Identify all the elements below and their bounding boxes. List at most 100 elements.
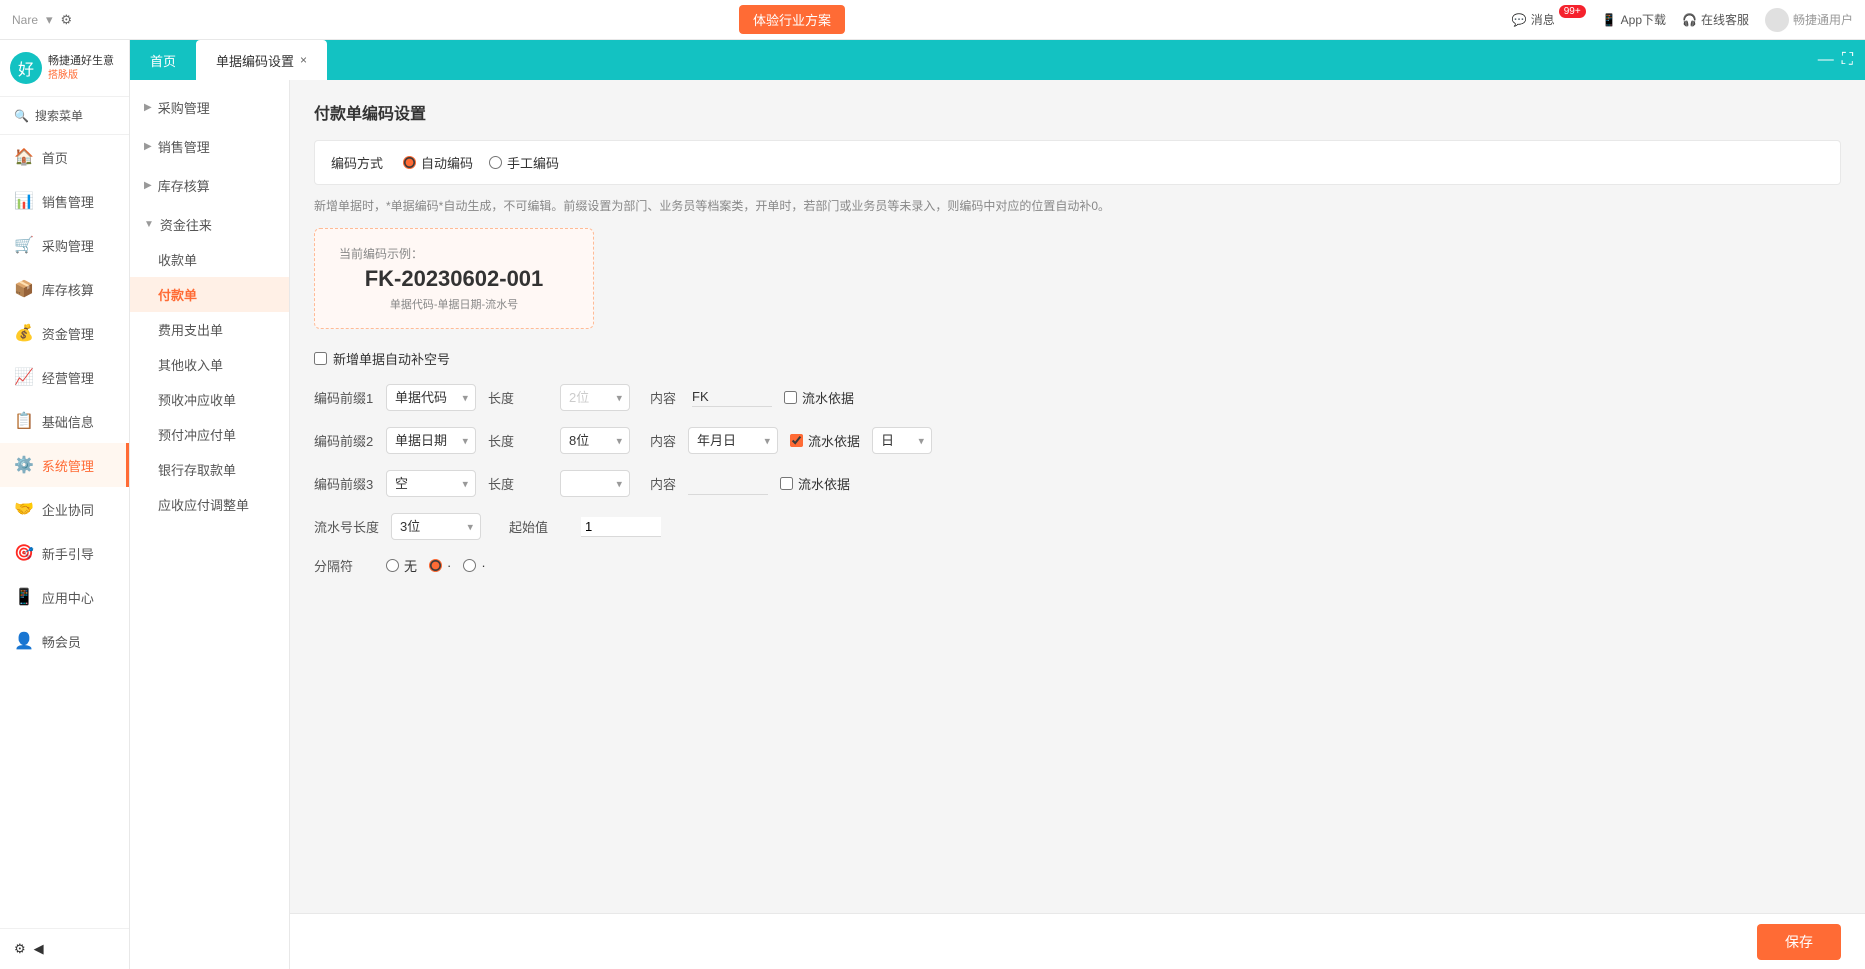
sep-dot2[interactable]: ·	[463, 558, 485, 573]
subnav-group-purchase: ▶ 采购管理	[130, 90, 289, 125]
length3-label: 长度	[488, 474, 548, 493]
length3-select[interactable]	[560, 470, 630, 497]
content2-select[interactable]: 年月日	[688, 427, 778, 454]
sidebar-footer[interactable]: ⚙ ◀	[0, 928, 129, 969]
serial-length-label: 流水号长度	[314, 517, 379, 536]
user-icon	[1765, 8, 1789, 32]
serial-length-select[interactable]: 3位	[391, 513, 481, 540]
app-icon: 📱	[1602, 13, 1617, 27]
radio-group: 自动编码 手工编码	[403, 153, 559, 172]
subnav-group-funds: ▼ 资金往来 收款单 付款单 费用支出单 其他收入单 预收冲应收单 预付冲应付单…	[130, 207, 289, 522]
sep-dot1[interactable]: ·	[429, 558, 451, 573]
search-menu[interactable]: 🔍 搜索菜单	[0, 97, 129, 135]
sidebar-item-operations[interactable]: 📈 经营管理	[0, 355, 129, 399]
collapse-icon[interactable]: ◀	[34, 941, 44, 957]
sidebar-item-inventory[interactable]: 📦 库存核算	[0, 267, 129, 311]
length3-select-wrapper	[560, 470, 630, 497]
chevron-down-icon[interactable]: ▾	[46, 12, 53, 28]
sep-none[interactable]: 无	[386, 556, 417, 575]
serial3-label: 流水依据	[798, 474, 850, 493]
serial2-label: 流水依据	[808, 431, 860, 450]
prefix2-select[interactable]: 单据日期	[386, 427, 476, 454]
length1-select[interactable]: 2位	[560, 384, 630, 411]
prefix2-select-wrapper: 单据日期	[386, 427, 476, 454]
prefix1-label: 编码前缀1	[314, 388, 374, 407]
sidebar-item-member[interactable]: 👤 畅会员	[0, 619, 129, 663]
maximize-icon[interactable]: ⛶	[1842, 51, 1853, 69]
subnav-item-prepay-receipt[interactable]: 预收冲应收单	[130, 382, 289, 417]
length2-select-wrapper: 8位	[560, 427, 630, 454]
message-badge: 99+	[1559, 5, 1586, 18]
sidebar-label-purchase: 采购管理	[42, 236, 94, 255]
subnav-sales-label: 销售管理	[158, 137, 210, 156]
subnav-funds-title[interactable]: ▼ 资金往来	[130, 207, 289, 242]
content3-label: 内容	[650, 474, 676, 493]
sidebar-item-enterprise[interactable]: 🤝 企业协同	[0, 487, 129, 531]
prefix3-select[interactable]: 空	[386, 470, 476, 497]
experience-button[interactable]: 体验行业方案	[739, 5, 845, 34]
sidebar: 好 畅捷通好生意 搭脉版 🔍 搜索菜单 🏠 首页 📊 销售管理 🛒 采购管理 📦…	[0, 40, 130, 969]
subnav-purchase-label: 采购管理	[158, 98, 210, 117]
subnav-item-receivable-adjust[interactable]: 应收应付调整单	[130, 487, 289, 522]
serial2-check[interactable]: 流水依据	[790, 431, 860, 450]
app-download-button[interactable]: 📱 App下载	[1602, 11, 1666, 28]
serial1-checkbox[interactable]	[784, 391, 797, 404]
sidebar-item-base[interactable]: 📋 基础信息	[0, 399, 129, 443]
separator-options: 无 · ·	[386, 556, 486, 575]
prefix3-select-wrapper: 空	[386, 470, 476, 497]
sidebar-label-member: 畅会员	[42, 632, 81, 651]
serial2-unit-select[interactable]: 日	[872, 427, 932, 454]
message-button[interactable]: 💬 消息 99+	[1512, 11, 1586, 28]
auto-fill-checkbox[interactable]	[314, 352, 327, 365]
sidebar-item-purchase[interactable]: 🛒 采购管理	[0, 223, 129, 267]
tab-encoding-settings[interactable]: 单据编码设置 ×	[196, 40, 327, 80]
serial1-label: 流水依据	[802, 388, 854, 407]
save-button[interactable]: 保存	[1757, 924, 1841, 960]
radio-manual-code[interactable]: 手工编码	[489, 153, 559, 172]
serial2-checkbox[interactable]	[790, 434, 803, 447]
chevron-right-icon: ▶	[144, 102, 152, 113]
sidebar-label-guide: 新手引导	[42, 544, 94, 563]
start-value-input[interactable]	[581, 517, 661, 537]
breadcrumb-text: Nare	[12, 13, 38, 27]
length2-select[interactable]: 8位	[560, 427, 630, 454]
tab-home[interactable]: 首页	[130, 40, 196, 80]
auto-code-label: 自动编码	[421, 153, 473, 172]
subnav-item-payment[interactable]: 付款单	[130, 277, 289, 312]
prefix1-select[interactable]: 单据代码	[386, 384, 476, 411]
settings-icon[interactable]: ⚙	[61, 12, 73, 28]
subnav-inventory-title[interactable]: ▶ 库存核算	[130, 168, 289, 203]
subnav-item-other-income[interactable]: 其他收入单	[130, 347, 289, 382]
sidebar-item-sales[interactable]: 📊 销售管理	[0, 179, 129, 223]
sidebar-item-system[interactable]: ⚙️ 系统管理	[0, 443, 129, 487]
sidebar-label-finance: 资金管理	[42, 324, 94, 343]
subnav-item-expense[interactable]: 费用支出单	[130, 312, 289, 347]
subnav-item-prepay-payment[interactable]: 预付冲应付单	[130, 417, 289, 452]
prefix1-select-wrapper: 单据代码	[386, 384, 476, 411]
serial3-checkbox[interactable]	[780, 477, 793, 490]
sidebar-item-guide[interactable]: 🎯 新手引导	[0, 531, 129, 575]
sidebar-item-finance[interactable]: 💰 资金管理	[0, 311, 129, 355]
top-bar-left: Nare ▾ ⚙	[12, 12, 72, 28]
serial3-check[interactable]: 流水依据	[780, 474, 850, 493]
subnav-purchase-title[interactable]: ▶ 采购管理	[130, 90, 289, 125]
user-avatar[interactable]: 畅捷通用户	[1765, 8, 1853, 32]
online-service-label: 在线客服	[1701, 11, 1749, 28]
serial1-check[interactable]: 流水依据	[784, 388, 854, 407]
subnav-item-bank-deposit[interactable]: 银行存取款单	[130, 452, 289, 487]
chevron-right-icon3: ▶	[144, 180, 152, 191]
minimize-icon[interactable]: —	[1818, 51, 1834, 69]
radio-auto-code[interactable]: 自动编码	[403, 153, 473, 172]
close-icon[interactable]: ×	[300, 53, 307, 67]
online-service-button[interactable]: 🎧 在线客服	[1682, 11, 1749, 28]
user-name: 畅捷通用户	[1793, 11, 1853, 28]
subnav-item-receipt[interactable]: 收款单	[130, 242, 289, 277]
sidebar-item-apps[interactable]: 📱 应用中心	[0, 575, 129, 619]
inventory-icon: 📦	[14, 279, 34, 299]
main-content: 首页 单据编码设置 × — ⛶ ▶ 采购管理	[130, 40, 1865, 969]
sidebar-item-home[interactable]: 🏠 首页	[0, 135, 129, 179]
sep-none-label: 无	[404, 556, 417, 575]
auto-fill-label: 新增单据自动补空号	[333, 349, 450, 368]
subnav-sales-title[interactable]: ▶ 销售管理	[130, 129, 289, 164]
prefix2-row: 编码前缀2 单据日期 长度 8位 内容	[314, 427, 1841, 454]
